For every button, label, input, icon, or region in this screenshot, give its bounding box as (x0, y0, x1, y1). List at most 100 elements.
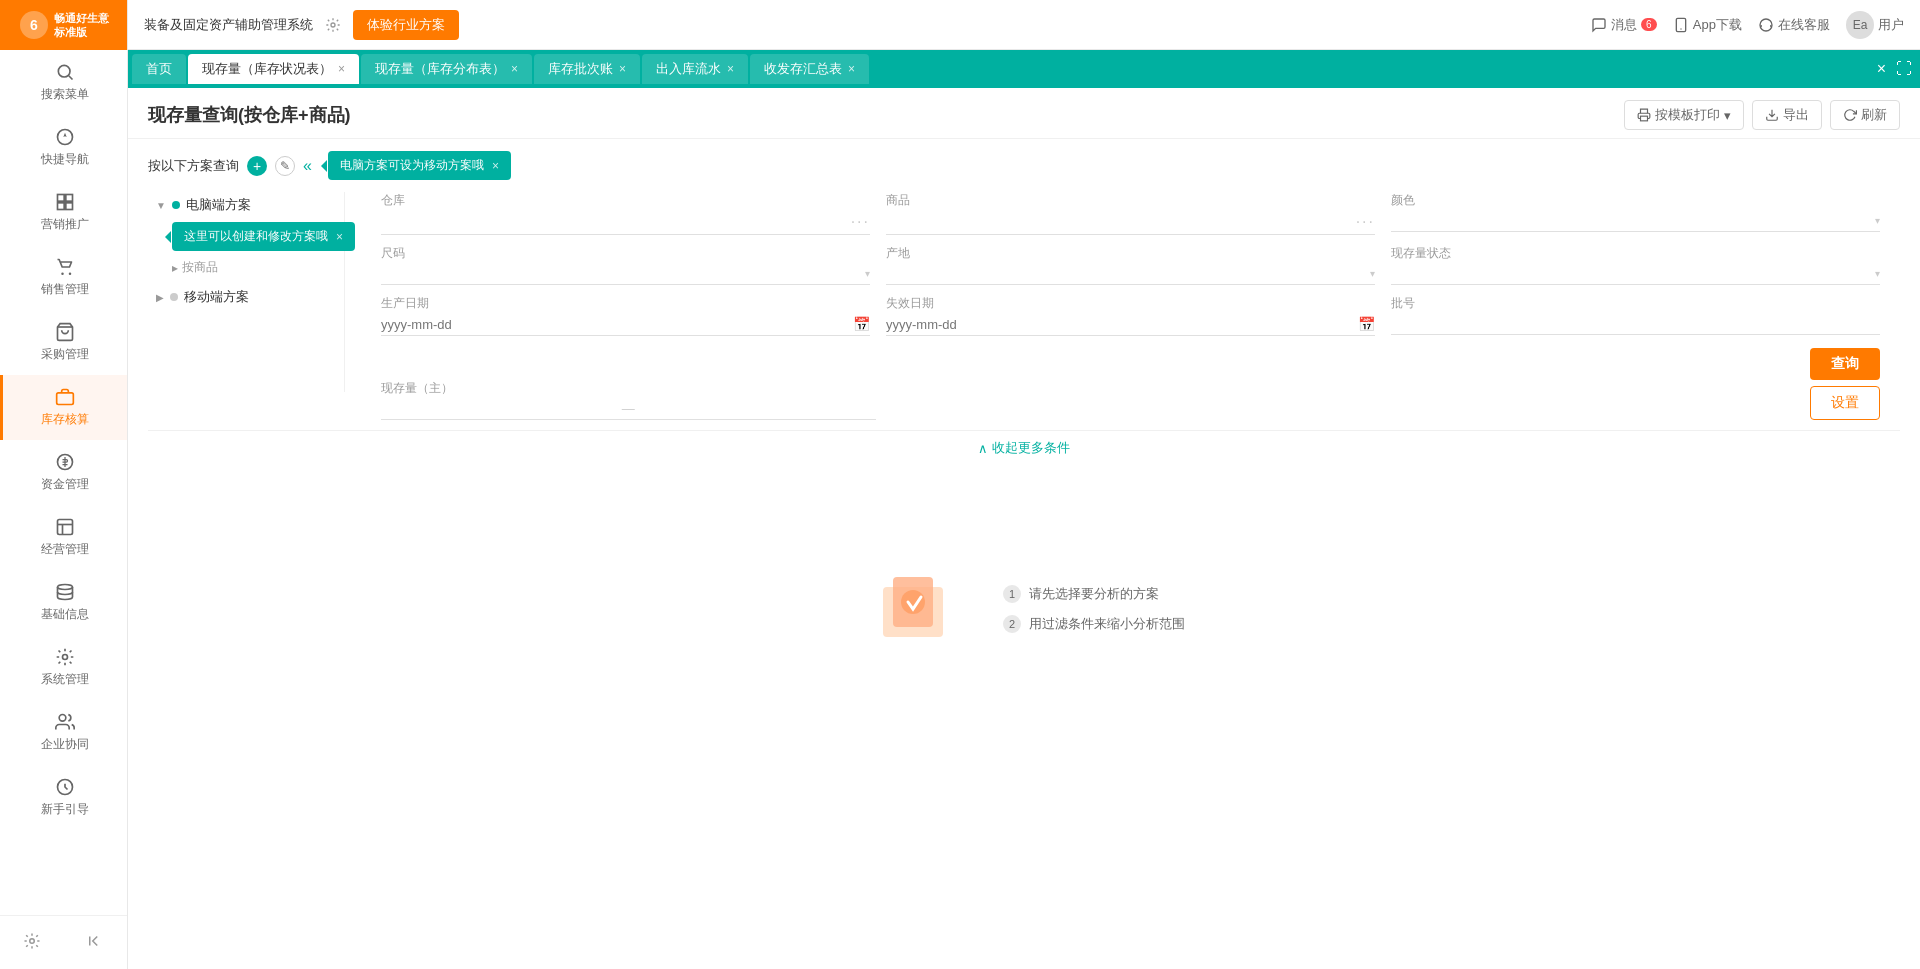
sidebar-label-base: 基础信息 (41, 606, 89, 623)
sidebar-item-marketing[interactable]: 营销推广 (0, 180, 127, 245)
app-download-button[interactable]: App下载 (1673, 16, 1742, 34)
sidebar-item-system[interactable]: 系统管理 (0, 635, 127, 700)
sidebar-item-purchase[interactable]: 采购管理 (0, 310, 127, 375)
filter-origin: 产地 ▾ (886, 245, 1375, 285)
exp-date-start-input[interactable] (886, 317, 1352, 332)
size-input-wrap: ▾ (381, 266, 870, 285)
stock-qty-min-input[interactable] (381, 401, 616, 416)
size-dropdown-icon[interactable]: ▾ (865, 268, 870, 279)
color-input-wrap: ▾ (1391, 213, 1880, 232)
tab-stock-dist[interactable]: 现存量（库存分布表） × (361, 54, 532, 84)
color-input[interactable] (1391, 213, 1871, 228)
filter-collapse-button[interactable]: ∧ 收起更多条件 (148, 430, 1900, 465)
filter-row-3: 生产日期 📅 失效日期 📅 (361, 295, 1900, 346)
sidebar-item-collab[interactable]: 企业协同 (0, 700, 127, 765)
plan-item-pc[interactable]: ▼ 电脑端方案 (156, 192, 328, 218)
sidebar-label-ops: 经营管理 (41, 541, 89, 558)
sidebar-label-marketing: 营销推广 (41, 216, 89, 233)
tab-stock-status-close[interactable]: × (338, 62, 345, 76)
origin-input[interactable] (886, 266, 1366, 281)
sidebar-item-ops[interactable]: 经营管理 (0, 505, 127, 570)
filter-add-button[interactable]: + (247, 156, 267, 176)
warehouse-input[interactable] (381, 215, 847, 230)
empty-svg-icon (863, 557, 963, 657)
size-input[interactable] (381, 266, 861, 281)
sidebar-item-quicknav[interactable]: 快捷导航 (0, 115, 127, 180)
stock-status-dropdown-icon[interactable]: ▾ (1875, 268, 1880, 279)
tooltip-pc-close[interactable]: × (492, 159, 499, 173)
settings-bottom-icon[interactable] (19, 928, 45, 957)
prod-date-start-input[interactable] (381, 317, 847, 332)
range-separator: — (622, 401, 635, 416)
ops-icon (55, 517, 75, 537)
collapse-sidebar-icon[interactable] (82, 928, 108, 957)
svg-rect-15 (58, 520, 73, 535)
plan-list: ▼ 电脑端方案 这里可以创建和修改方案哦 × (148, 192, 328, 310)
refresh-button[interactable]: 刷新 (1830, 100, 1900, 130)
template-print-button[interactable]: 按模板打印 ▾ (1624, 100, 1744, 130)
plan-item-mobile[interactable]: ▶ 移动端方案 (156, 284, 328, 310)
goods-input[interactable] (886, 215, 1352, 230)
step1-number: 1 (1003, 585, 1021, 603)
goods-input-wrap: ··· (886, 213, 1375, 235)
tab-recv-summary[interactable]: 收发存汇总表 × (750, 54, 869, 84)
filter-edit-button[interactable]: ✎ (275, 156, 295, 176)
industry-button[interactable]: 体验行业方案 (353, 10, 459, 40)
tab-stock-dist-close[interactable]: × (511, 62, 518, 76)
sidebar-item-inventory[interactable]: 库存核算 (0, 375, 127, 440)
tab-batch-ledger[interactable]: 库存批次账 × (534, 54, 640, 84)
sidebar-label-quicknav: 快捷导航 (41, 151, 89, 168)
warehouse-label: 仓库 (381, 192, 870, 209)
sidebar-item-finance[interactable]: 资金管理 (0, 440, 127, 505)
origin-dropdown-icon[interactable]: ▾ (1370, 268, 1375, 279)
tooltip-create-close[interactable]: × (336, 230, 343, 244)
filter-back-button[interactable]: « (303, 157, 312, 175)
tab-batch-ledger-label: 库存批次账 (548, 60, 613, 78)
fullscreen-button[interactable]: ⛶ (1892, 56, 1916, 82)
pc-sub-item[interactable]: ▸按商品 (172, 259, 328, 276)
filter-warehouse: 仓库 ··· (381, 192, 870, 235)
messages-button[interactable]: 消息 6 (1591, 16, 1657, 34)
reset-button[interactable]: 设置 (1810, 386, 1880, 420)
color-dropdown-icon[interactable]: ▾ (1875, 215, 1880, 226)
tab-home[interactable]: 首页 (132, 54, 186, 84)
filter-fields: 仓库 ··· 商品 ··· (361, 192, 1900, 430)
prod-date-start-calendar-icon[interactable]: 📅 (853, 316, 870, 332)
collapse-label: 收起更多条件 (992, 439, 1070, 457)
sidebar-item-guide[interactable]: 新手引导 (0, 765, 127, 830)
sidebar-item-search[interactable]: 搜索菜单 (0, 50, 127, 115)
goods-dots[interactable]: ··· (1356, 213, 1375, 231)
size-label: 尺码 (381, 245, 870, 262)
page-header: 现存量查询(按仓库+商品) 按模板打印 ▾ 导出 刷新 (128, 88, 1920, 138)
tab-recv-summary-close[interactable]: × (848, 62, 855, 76)
svg-marker-5 (63, 133, 66, 137)
warehouse-dots[interactable]: ··· (851, 213, 870, 231)
app-download-label: App下载 (1693, 16, 1742, 34)
step1-text: 请先选择要分析的方案 (1029, 585, 1159, 603)
messages-label: 消息 (1611, 16, 1637, 34)
batch-no-input[interactable] (1391, 316, 1880, 331)
support-button[interactable]: 在线客服 (1758, 16, 1830, 34)
query-button[interactable]: 查询 (1810, 348, 1880, 380)
tab-batch-ledger-close[interactable]: × (619, 62, 626, 76)
export-button[interactable]: 导出 (1752, 100, 1822, 130)
stock-status-input-wrap: ▾ (1391, 266, 1880, 285)
tab-inout-flow-label: 出入库流水 (656, 60, 721, 78)
sidebar-item-sales[interactable]: 销售管理 (0, 245, 127, 310)
user-menu[interactable]: Ea 用户 (1846, 11, 1904, 39)
system-settings-icon[interactable] (325, 17, 341, 33)
stock-qty-max-input[interactable] (641, 401, 876, 416)
tab-inout-flow[interactable]: 出入库流水 × (642, 54, 748, 84)
sidebar-item-base[interactable]: 基础信息 (0, 570, 127, 635)
mobile-icon (1673, 17, 1689, 33)
close-all-tabs-button[interactable]: × (1873, 56, 1890, 82)
svg-rect-25 (1676, 18, 1685, 31)
tab-bar: 首页 现存量（库存状况表） × 现存量（库存分布表） × 库存批次账 × 出入库… (128, 50, 1920, 88)
svg-text:6: 6 (30, 17, 38, 33)
tab-stock-status[interactable]: 现存量（库存状况表） × (188, 54, 359, 84)
stock-status-input[interactable] (1391, 266, 1871, 281)
base-icon (55, 582, 75, 602)
exp-date-calendar-icon[interactable]: 📅 (1358, 316, 1375, 332)
tab-inout-flow-close[interactable]: × (727, 62, 734, 76)
collapse-icon: ∧ (978, 441, 988, 456)
